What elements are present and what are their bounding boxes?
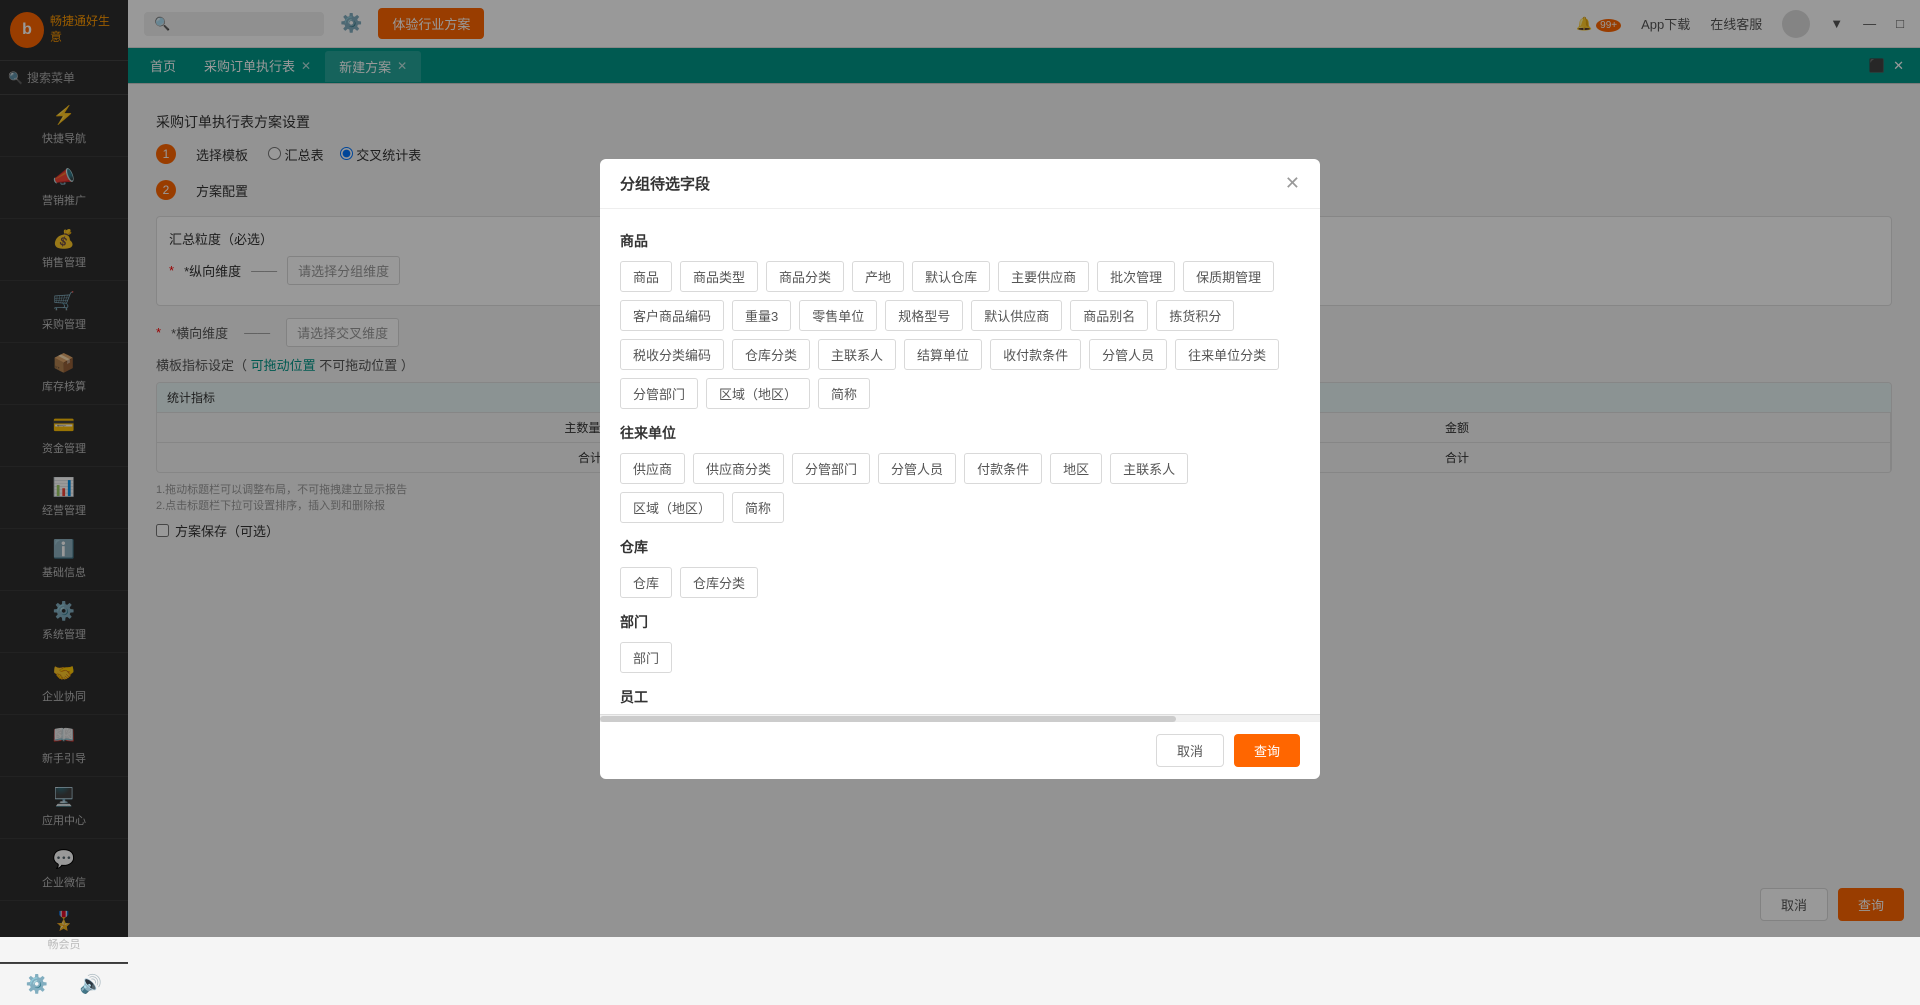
field-tag-0-12[interactable]: 默认供应商	[971, 300, 1062, 331]
modal-confirm-button[interactable]: 查询	[1234, 734, 1300, 767]
modal-close-button[interactable]: ✕	[1285, 173, 1300, 194]
field-tag-0-3[interactable]: 产地	[852, 261, 904, 292]
field-group-0: 商品商品类型商品分类产地默认仓库主要供应商批次管理保质期管理客户商品编码重量3 零…	[620, 261, 1300, 409]
modal-title: 分组待选字段	[620, 173, 710, 194]
field-tag-0-22[interactable]: 分管部门	[620, 378, 698, 409]
field-tag-1-4[interactable]: 付款条件	[964, 453, 1042, 484]
field-tag-0-4[interactable]: 默认仓库	[912, 261, 990, 292]
field-tag-1-1[interactable]: 供应商分类	[693, 453, 784, 484]
settings-icon[interactable]: ⚙️	[26, 974, 48, 995]
field-tag-3-0[interactable]: 部门	[620, 642, 672, 673]
section-title-2: 仓库	[620, 537, 1300, 557]
field-tag-0-14[interactable]: 拣货积分	[1156, 300, 1234, 331]
field-tag-0-11[interactable]: 规格型号	[885, 300, 963, 331]
modal-cancel-button[interactable]: 取消	[1156, 734, 1224, 767]
field-tag-0-13[interactable]: 商品别名	[1070, 300, 1148, 331]
modal-body[interactable]: 商品商品商品类型商品分类产地默认仓库主要供应商批次管理保质期管理客户商品编码重量…	[600, 209, 1320, 715]
field-tag-2-0[interactable]: 仓库	[620, 567, 672, 598]
field-tag-0-15[interactable]: 税收分类编码	[620, 339, 724, 370]
sidebar-item-label: 畅会员	[48, 936, 81, 952]
field-tag-0-16[interactable]: 仓库分类	[732, 339, 810, 370]
field-tag-0-8[interactable]: 客户商品编码	[620, 300, 724, 331]
field-tag-0-21[interactable]: 往来单位分类	[1175, 339, 1279, 370]
field-tag-2-1[interactable]: 仓库分类	[680, 567, 758, 598]
section-title-4: 员工	[620, 687, 1300, 707]
field-tag-0-17[interactable]: 主联系人	[818, 339, 896, 370]
scrollbar-thumb	[600, 716, 1176, 722]
modal-dialog: 分组待选字段 ✕ 商品商品商品类型商品分类产地默认仓库主要供应商批次管理保质期管…	[600, 159, 1320, 779]
section-title-3: 部门	[620, 612, 1300, 632]
sidebar-bottom: ⚙️ 🔊	[0, 963, 128, 1005]
audio-icon[interactable]: 🔊	[80, 974, 102, 995]
field-tag-0-6[interactable]: 批次管理	[1097, 261, 1175, 292]
field-tag-0-20[interactable]: 分管人员	[1089, 339, 1167, 370]
field-tag-0-5[interactable]: 主要供应商	[998, 261, 1089, 292]
field-tag-1-3[interactable]: 分管人员	[878, 453, 956, 484]
field-tag-1-2[interactable]: 分管部门	[792, 453, 870, 484]
field-tag-0-0[interactable]: 商品	[620, 261, 672, 292]
field-tag-1-6[interactable]: 主联系人	[1110, 453, 1188, 484]
field-tag-0-19[interactable]: 收付款条件	[990, 339, 1081, 370]
field-tag-0-7[interactable]: 保质期管理	[1183, 261, 1274, 292]
modal-backdrop: 分组待选字段 ✕ 商品商品商品类型商品分类产地默认仓库主要供应商批次管理保质期管…	[0, 0, 1920, 937]
section-title-0: 商品	[620, 231, 1300, 251]
field-tag-0-1[interactable]: 商品类型	[680, 261, 758, 292]
field-tag-0-18[interactable]: 结算单位	[904, 339, 982, 370]
field-tag-1-5[interactable]: 地区	[1050, 453, 1102, 484]
field-tag-0-2[interactable]: 商品分类	[766, 261, 844, 292]
field-tag-1-0[interactable]: 供应商	[620, 453, 685, 484]
field-tag-1-8[interactable]: 简称	[732, 492, 784, 523]
modal-footer: 取消 查询	[600, 721, 1320, 779]
field-tag-0-24[interactable]: 简称	[818, 378, 870, 409]
field-group-2: 仓库仓库分类	[620, 567, 1300, 598]
field-tag-0-9[interactable]: 重量3	[732, 300, 791, 331]
modal-header: 分组待选字段 ✕	[600, 159, 1320, 209]
field-group-1: 供应商供应商分类分管部门分管人员付款条件地区主联系人区域（地区） 简称	[620, 453, 1300, 523]
section-title-1: 往来单位	[620, 423, 1300, 443]
field-group-3: 部门	[620, 642, 1300, 673]
horizontal-scrollbar[interactable]	[600, 714, 1320, 720]
field-tag-1-7[interactable]: 区域（地区）	[620, 492, 724, 523]
field-tag-0-10[interactable]: 零售单位	[799, 300, 877, 331]
field-tag-0-23[interactable]: 区域（地区）	[706, 378, 810, 409]
